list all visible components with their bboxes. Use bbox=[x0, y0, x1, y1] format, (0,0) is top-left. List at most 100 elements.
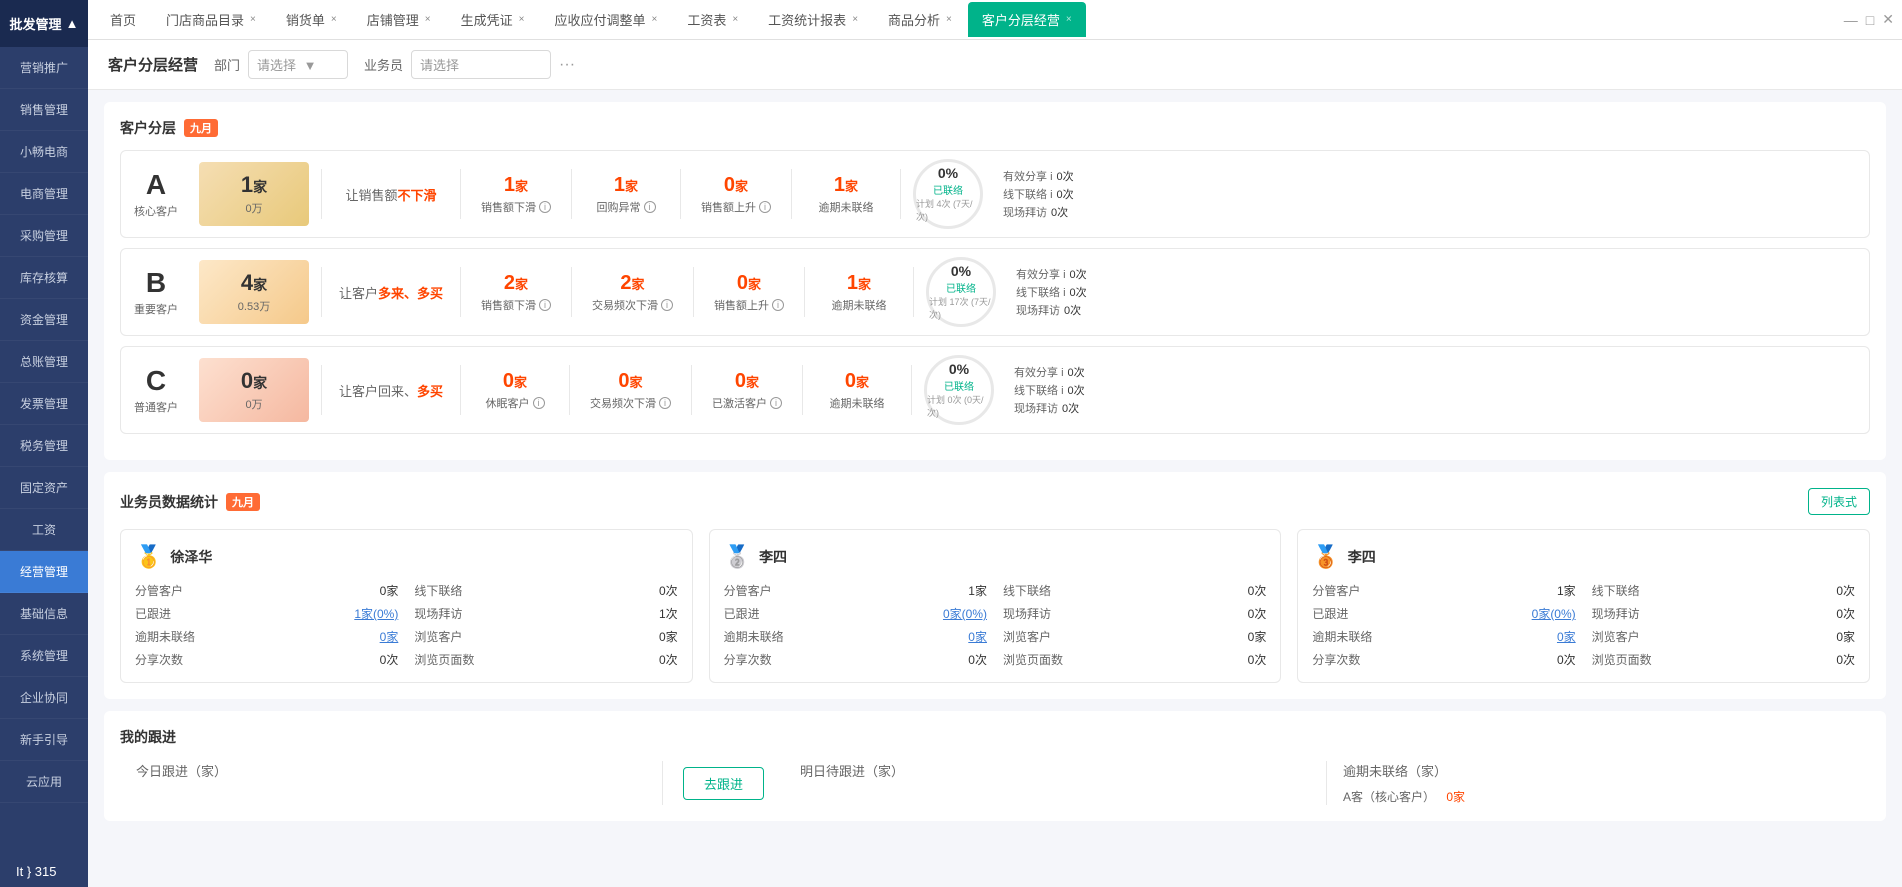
tier-A-stat-3: 1家 逾期未联络 bbox=[796, 166, 896, 223]
tier-C-stat-0: 0家 休眠客户i bbox=[465, 362, 565, 419]
tier-A-stat-1: 1家 回购异常i bbox=[576, 166, 676, 223]
tab-close-应收应付调整单[interactable]: × bbox=[651, 14, 657, 25]
tab-close-门店商品目录[interactable]: × bbox=[250, 14, 256, 25]
tab-工资表[interactable]: 工资表× bbox=[673, 2, 752, 37]
staff-1-stat-0: 分管客户 1家 bbox=[724, 582, 987, 599]
tab-close-工资统计报表[interactable]: × bbox=[852, 14, 858, 25]
staff-0-stat-7: 浏览页面数 0次 bbox=[414, 651, 677, 668]
tab-销货单[interactable]: 销货单× bbox=[272, 2, 351, 37]
sidebar-item-电商管理[interactable]: 电商管理 bbox=[0, 173, 88, 215]
sidebar-item-总账管理[interactable]: 总账管理 bbox=[0, 341, 88, 383]
sidebar-item-固定资产[interactable]: 固定资产 bbox=[0, 467, 88, 509]
tab-close-销货单[interactable]: × bbox=[331, 14, 337, 25]
sidebar-item-营销推广[interactable]: 营销推广 bbox=[0, 47, 88, 89]
tab-bar: 首页门店商品目录×销货单×店铺管理×生成凭证×应收应付调整单×工资表×工资统计报… bbox=[88, 0, 1902, 40]
follow-title: 我的跟进 bbox=[120, 727, 1870, 747]
staff-2-stat-7: 浏览页面数 0次 bbox=[1592, 651, 1855, 668]
dept-select[interactable]: 请选择 ▼ bbox=[248, 50, 348, 79]
tab-close-all-icon[interactable]: ✕ bbox=[1882, 11, 1894, 28]
staff-card-0: 🥇 徐泽华 分管客户 0家 线下联络 0次 已跟进 1家(0%) 现场拜访 1次… bbox=[120, 529, 693, 683]
sidebar-item-税务管理[interactable]: 税务管理 bbox=[0, 425, 88, 467]
tier-C-stat-1: 0家 交易频次下滑i bbox=[574, 362, 687, 419]
sidebar-item-销售管理[interactable]: 销售管理 bbox=[0, 89, 88, 131]
sidebar-item-资金管理[interactable]: 资金管理 bbox=[0, 299, 88, 341]
staff-label: 业务员 bbox=[364, 55, 403, 74]
sidebar-header[interactable]: 批发管理 ▲ bbox=[0, 0, 88, 47]
sidebar-item-经营管理[interactable]: 经营管理 bbox=[0, 551, 88, 593]
tab-工资统计报表[interactable]: 工资统计报表× bbox=[754, 2, 872, 37]
sidebar-item-基础信息[interactable]: 基础信息 bbox=[0, 593, 88, 635]
staff-name-row-1: 🥈 李四 bbox=[724, 544, 1267, 570]
staff-name-1: 李四 bbox=[759, 547, 787, 567]
tier-right-stats-A: 有效分享 i0次线下联络 i0次现场拜访 0次 bbox=[991, 160, 1086, 228]
staff-0-stat-6: 分享次数 0次 bbox=[135, 651, 398, 668]
tomorrow-follow-label: 明日待跟进（家） bbox=[800, 761, 1310, 780]
sidebar-item-采购管理[interactable]: 采购管理 bbox=[0, 215, 88, 257]
tab-店铺管理[interactable]: 店铺管理× bbox=[353, 2, 445, 37]
sidebar: 批发管理 ▲ 营销推广销售管理小畅电商电商管理采购管理库存核算资金管理总账管理发… bbox=[0, 0, 88, 887]
tab-close-客户分层经营[interactable]: × bbox=[1066, 14, 1072, 25]
tier-label-A: A核心客户 bbox=[121, 157, 191, 231]
staff-0-stat-2: 已跟进 1家(0%) bbox=[135, 605, 398, 622]
tier-C-stat-2: 0家 已激活客户i bbox=[696, 362, 798, 419]
tab-close-商品分析[interactable]: × bbox=[946, 14, 952, 25]
staff-name-2: 李四 bbox=[1348, 547, 1376, 567]
tab-close-店铺管理[interactable]: × bbox=[425, 14, 431, 25]
sidebar-item-库存核算[interactable]: 库存核算 bbox=[0, 257, 88, 299]
sidebar-collapse-icon[interactable]: ▲ bbox=[66, 16, 79, 31]
list-view-button[interactable]: 列表式 bbox=[1808, 488, 1870, 515]
sidebar-item-发票管理[interactable]: 发票管理 bbox=[0, 383, 88, 425]
overdue-col: 逾期未联络（家） A客（核心客户） 0家 bbox=[1327, 761, 1870, 805]
staff-0-stat-5: 浏览客户 0家 bbox=[414, 628, 677, 645]
tab-minimize-icon[interactable]: — bbox=[1844, 12, 1858, 28]
staff-select[interactable]: 请选择 bbox=[411, 50, 551, 79]
tier-B-stat-2: 0家 销售额上升i bbox=[698, 264, 800, 321]
tier-action-A: 让销售额不下滑 bbox=[326, 177, 456, 212]
sidebar-item-系统管理[interactable]: 系统管理 bbox=[0, 635, 88, 677]
staff-name-row-2: 🥉 李四 bbox=[1312, 544, 1855, 570]
staff-card-1: 🥈 李四 分管客户 1家 线下联络 0次 已跟进 0家(0%) 现场拜访 0次 … bbox=[709, 529, 1282, 683]
staff-0-stat-0: 分管客户 0家 bbox=[135, 582, 398, 599]
content-area: 客户分层经营 部门 请选择 ▼ 业务员 请选择 ··· 客户分层 九月 bbox=[88, 40, 1902, 887]
follow-section: 我的跟进 今日跟进（家） 去跟进 明日待跟进（家） 逾期未联络（家） A客（核心… bbox=[104, 711, 1886, 821]
tab-门店商品目录[interactable]: 门店商品目录× bbox=[152, 2, 270, 37]
go-follow-button[interactable]: 去跟进 bbox=[683, 767, 764, 800]
staff-2-stat-4: 逾期未联络 0家 bbox=[1312, 628, 1575, 645]
tier-row-A: A核心客户 1家 0万 让销售额不下滑 1家 销售额下滑i 1家 回购异常i 0… bbox=[120, 150, 1870, 238]
tier-B-rstat-1: 线下联络 i0次 bbox=[1016, 284, 1087, 300]
more-filter-icon[interactable]: ··· bbox=[559, 56, 575, 74]
dept-label: 部门 bbox=[214, 55, 240, 74]
tab-客户分层经营[interactable]: 客户分层经营× bbox=[968, 2, 1086, 37]
bottom-hint: It } 315 bbox=[0, 856, 72, 887]
tab-fullscreen-icon[interactable]: □ bbox=[1866, 12, 1874, 28]
staff-name-0: 徐泽华 bbox=[170, 547, 212, 567]
tier-label-C: C普通客户 bbox=[121, 353, 191, 427]
tab-close-工资表[interactable]: × bbox=[732, 14, 738, 25]
staff-stats-2: 分管客户 1家 线下联络 0次 已跟进 0家(0%) 现场拜访 0次 逾期未联络… bbox=[1312, 582, 1855, 668]
customer-tier-section: 客户分层 九月 A核心客户 1家 0万 让销售额不下滑 1家 销售额下滑i 1家… bbox=[104, 102, 1886, 460]
sidebar-item-云应用[interactable]: 云应用 bbox=[0, 761, 88, 803]
staff-1-stat-4: 逾期未联络 0家 bbox=[724, 628, 987, 645]
sidebar-item-企业协同[interactable]: 企业协同 bbox=[0, 677, 88, 719]
page-header: 客户分层经营 部门 请选择 ▼ 业务员 请选择 ··· bbox=[88, 40, 1902, 90]
customer-section-title: 客户分层 九月 bbox=[120, 118, 1870, 138]
sidebar-title: 批发管理 bbox=[10, 14, 62, 33]
tab-应收应付调整单[interactable]: 应收应付调整单× bbox=[540, 2, 671, 37]
sidebar-item-新手引导[interactable]: 新手引导 bbox=[0, 719, 88, 761]
tab-生成凭证[interactable]: 生成凭证× bbox=[447, 2, 539, 37]
tier-count-box-A: 1家 0万 bbox=[199, 162, 309, 226]
tier-row-B: B重要客户 4家 0.53万 让客户多来、多买 2家 销售额下滑i 2家 交易频… bbox=[120, 248, 1870, 336]
tier-A-rstat-1: 线下联络 i0次 bbox=[1003, 186, 1074, 202]
tier-action-C: 让客户回来、多买 bbox=[326, 373, 456, 408]
tab-首页[interactable]: 首页 bbox=[96, 2, 150, 37]
staff-medal-2: 🥉 bbox=[1312, 544, 1339, 570]
staff-2-stat-5: 浏览客户 0家 bbox=[1592, 628, 1855, 645]
page-title: 客户分层经营 bbox=[108, 54, 198, 75]
tier-B-stat-0: 2家 销售额下滑i bbox=[465, 264, 567, 321]
tab-close-生成凭证[interactable]: × bbox=[519, 14, 525, 25]
sidebar-item-小畅电商[interactable]: 小畅电商 bbox=[0, 131, 88, 173]
staff-2-stat-6: 分享次数 0次 bbox=[1312, 651, 1575, 668]
sidebar-item-工资[interactable]: 工资 bbox=[0, 509, 88, 551]
tab-商品分析[interactable]: 商品分析× bbox=[874, 2, 966, 37]
tier-action-B: 让客户多来、多买 bbox=[326, 275, 456, 310]
